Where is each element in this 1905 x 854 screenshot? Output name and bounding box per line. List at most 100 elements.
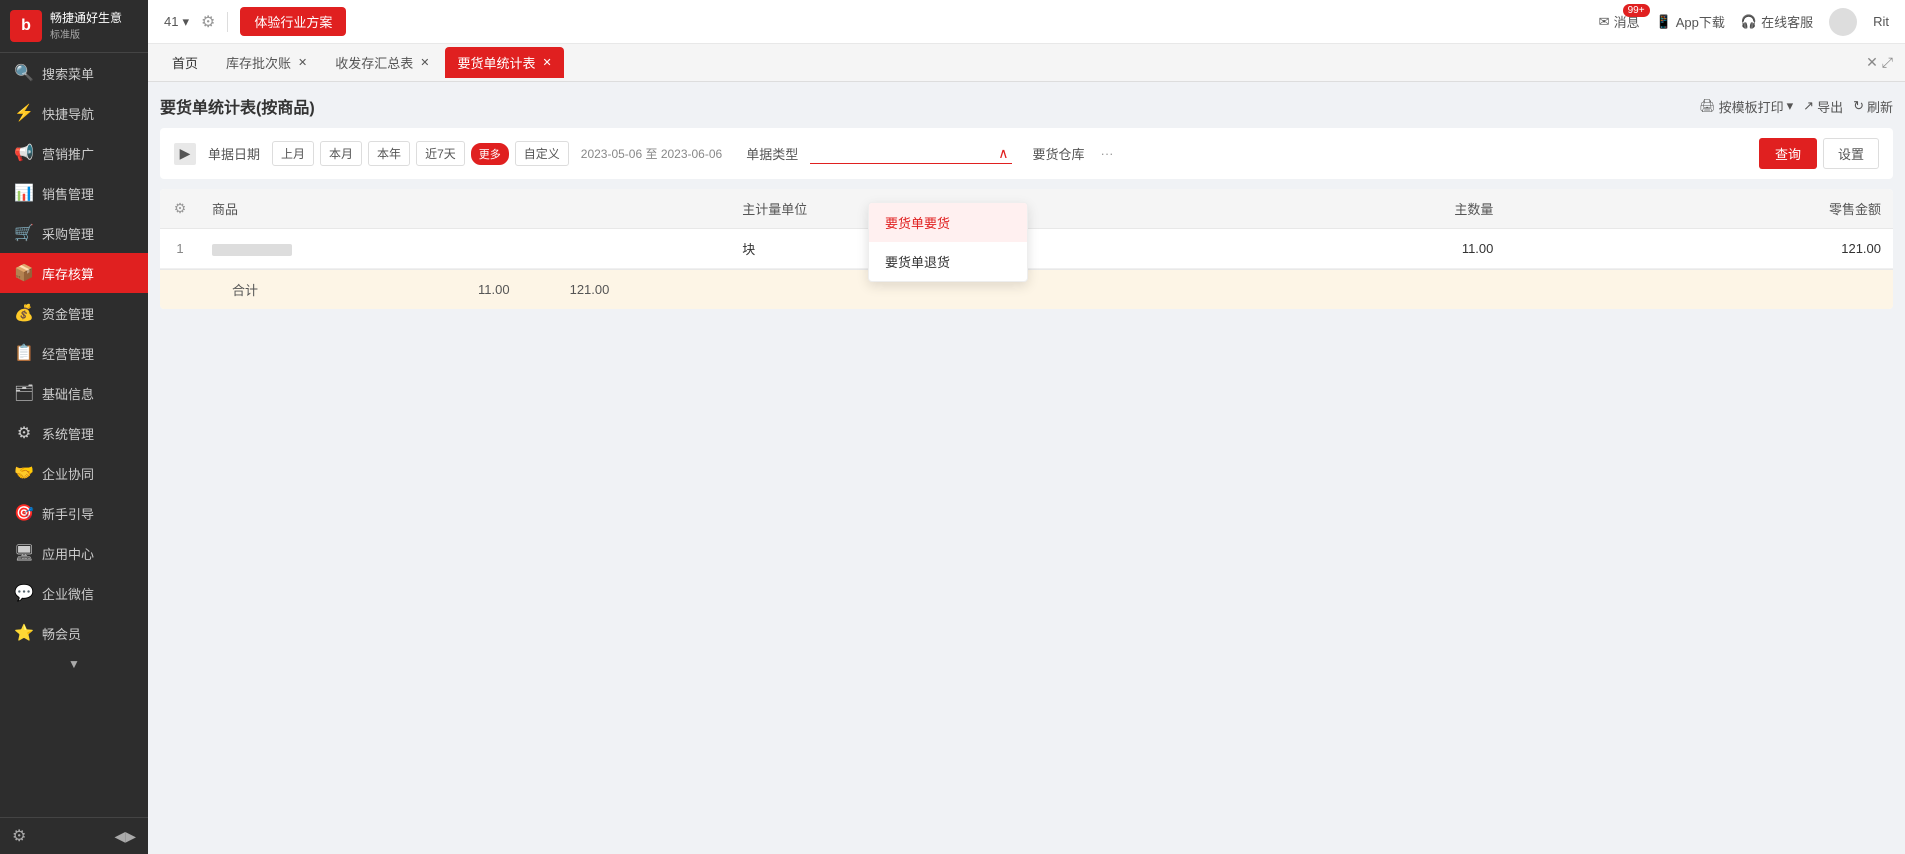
- filter-bar: ▶ 单据日期 上月 本月 本年 近7天 更多 自定义 2023-05-06 至 …: [160, 128, 1893, 179]
- page-content: 要货单统计表(按商品) 🖨 按模板打印 ▾ ↗ 导出 ↻ 刷新: [148, 82, 1905, 854]
- dropdown-item-0[interactable]: 要货单要货: [869, 203, 1027, 242]
- sidebar-item-label: 新手引导: [42, 504, 94, 523]
- export-btn[interactable]: ↗ 导出: [1803, 97, 1843, 116]
- sidebar-item-label: 快捷导航: [42, 104, 94, 123]
- topbar-divider: [227, 12, 228, 32]
- message-badge: 99+: [1623, 4, 1650, 17]
- refresh-label: 刷新: [1867, 97, 1893, 116]
- more-btn[interactable]: 更多: [471, 143, 509, 165]
- footer-label: 合计: [232, 280, 258, 299]
- row-qty: 11.00: [1184, 229, 1505, 269]
- tab-close-icon[interactable]: ✕: [420, 56, 429, 69]
- tab-home[interactable]: 首页: [160, 47, 210, 78]
- tab-label: 库存批次账: [226, 53, 291, 72]
- query-button[interactable]: 查询: [1759, 138, 1817, 169]
- column-settings-icon[interactable]: ⚙: [174, 200, 187, 216]
- sidebar-logo: b 畅捷通好生意 标准版: [0, 0, 148, 53]
- row-no: 1: [160, 229, 200, 269]
- sidebar-item-system[interactable]: ⚙ 系统管理: [0, 413, 148, 453]
- app-brand: 畅捷通好生意 标准版: [50, 11, 122, 42]
- col-amount: 零售金额: [1505, 189, 1893, 229]
- tab-inventory-batch[interactable]: 库存批次账 ✕: [214, 47, 319, 78]
- custom-btn[interactable]: 自定义: [515, 141, 569, 166]
- last-7-days-btn[interactable]: 近7天: [416, 141, 465, 166]
- brand-name: 畅捷通好生意: [50, 11, 122, 27]
- filter-expand-btn[interactable]: ▶: [174, 143, 196, 165]
- app-logo-icon: b: [10, 10, 42, 42]
- sidebar-item-operations[interactable]: 📋 经营管理: [0, 333, 148, 373]
- sidebar-item-label: 销售管理: [42, 184, 94, 203]
- trial-button[interactable]: 体验行业方案: [240, 7, 346, 36]
- tab-label: 首页: [172, 53, 198, 72]
- dropdown-item-1[interactable]: 要货单退货: [869, 242, 1027, 281]
- sidebar-item-basic-info[interactable]: 🗂 基础信息: [0, 373, 148, 413]
- gear-icon: ⚙: [14, 423, 34, 443]
- sidebar-item-label: 资金管理: [42, 304, 94, 323]
- tab-close-icon[interactable]: ✕: [298, 56, 307, 69]
- scroll-down-arrow: ▼: [68, 657, 80, 671]
- sidebar-item-search[interactable]: 🔍 搜索菜单: [0, 53, 148, 93]
- tab-controls: ✕ ⤢: [1866, 54, 1893, 71]
- footer-amount: 121.00: [570, 282, 610, 297]
- sidebar-item-label: 采购管理: [42, 224, 94, 243]
- sidebar-item-label: 搜索菜单: [42, 64, 94, 83]
- sidebar-item-quick-nav[interactable]: ⚡ 快捷导航: [0, 93, 148, 133]
- filter-actions: 查询 设置: [1759, 138, 1879, 169]
- col-setting[interactable]: ⚙: [160, 189, 200, 229]
- user-avatar[interactable]: [1829, 8, 1857, 36]
- tab-expand-icon[interactable]: ⤢: [1882, 54, 1893, 71]
- tab-receive-summary[interactable]: 收发存汇总表 ✕: [323, 47, 441, 78]
- sidebar-item-purchase[interactable]: 🛒 采购管理: [0, 213, 148, 253]
- type-input[interactable]: [810, 144, 994, 163]
- sidebar-item-wechat[interactable]: 💬 企业微信: [0, 573, 148, 613]
- collapse-icon[interactable]: ◀▶: [114, 828, 136, 845]
- footer-qty: 11.00: [478, 282, 510, 297]
- sidebar-item-finance[interactable]: 💰 资金管理: [0, 293, 148, 333]
- money-icon: 💰: [14, 303, 34, 323]
- settings-icon[interactable]: ⚙: [201, 12, 215, 32]
- sidebar-item-guide[interactable]: 🎯 新手引导: [0, 493, 148, 533]
- tab-close-icon[interactable]: ✕: [543, 56, 552, 69]
- chevron-down-icon: ▾: [182, 14, 189, 30]
- sidebar-footer: ⚙ ◀▶: [0, 817, 148, 854]
- refresh-icon: ↻: [1853, 98, 1864, 114]
- message-btn[interactable]: ✉ 消息 99+: [1599, 12, 1640, 31]
- type-label: 单据类型: [746, 144, 798, 163]
- sidebar-item-label: 企业微信: [42, 584, 94, 603]
- app-download-btn[interactable]: 📱 App下载: [1656, 12, 1725, 31]
- type-dropdown-arrow[interactable]: ∧: [994, 145, 1012, 162]
- date-range-text: 2023-05-06 至 2023-06-06: [581, 145, 722, 162]
- print-btn[interactable]: 🖨 按模板打印 ▾: [1699, 97, 1793, 116]
- sidebar-item-enterprise[interactable]: 🤝 企业协同: [0, 453, 148, 493]
- sidebar-item-sales[interactable]: 📊 销售管理: [0, 173, 148, 213]
- this-year-btn[interactable]: 本年: [368, 141, 410, 166]
- brand-sub: 标准版: [50, 26, 122, 41]
- megaphone-icon: 📢: [14, 143, 34, 163]
- tab-order-summary[interactable]: 要货单统计表 ✕: [445, 47, 563, 78]
- this-month-btn[interactable]: 本月: [320, 141, 362, 166]
- page-header: 要货单统计表(按商品) 🖨 按模板打印 ▾ ↗ 导出 ↻ 刷新: [160, 94, 1893, 118]
- sidebar-item-label: 应用中心: [42, 544, 94, 563]
- online-service-btn[interactable]: 🎧 在线客服: [1741, 12, 1813, 31]
- settings-button[interactable]: 设置: [1823, 138, 1879, 169]
- sidebar-item-marketing[interactable]: 📢 营销推广: [0, 133, 148, 173]
- date-filter-buttons: 上月 本月 本年 近7天 更多 自定义: [272, 141, 569, 166]
- sidebar-item-label: 经营管理: [42, 344, 94, 363]
- chat-icon: 💬: [14, 583, 34, 603]
- phone-icon: 📱: [1656, 14, 1672, 30]
- box-icon: 📦: [14, 263, 34, 283]
- store-selector[interactable]: 41 ▾: [164, 14, 189, 30]
- sidebar: b 畅捷通好生意 标准版 🔍 搜索菜单 ⚡ 快捷导航 📢 营销推广 📊 销售管理…: [0, 0, 148, 854]
- warehouse-more-icon[interactable]: ···: [1100, 146, 1113, 161]
- sidebar-scroll-down[interactable]: ▼: [0, 653, 148, 675]
- refresh-btn[interactable]: ↻ 刷新: [1853, 97, 1893, 116]
- sidebar-item-label: 库存核算: [42, 264, 94, 283]
- export-label: 导出: [1817, 97, 1843, 116]
- sidebar-item-app-center[interactable]: 🖥 应用中心: [0, 533, 148, 573]
- last-month-btn[interactable]: 上月: [272, 141, 314, 166]
- sidebar-item-inventory[interactable]: 📦 库存核算: [0, 253, 148, 293]
- sidebar-item-label: 基础信息: [42, 384, 94, 403]
- sidebar-item-member[interactable]: ⭐ 畅会员: [0, 613, 148, 653]
- tab-close-all-icon[interactable]: ✕: [1866, 54, 1878, 71]
- settings-icon[interactable]: ⚙: [12, 826, 26, 846]
